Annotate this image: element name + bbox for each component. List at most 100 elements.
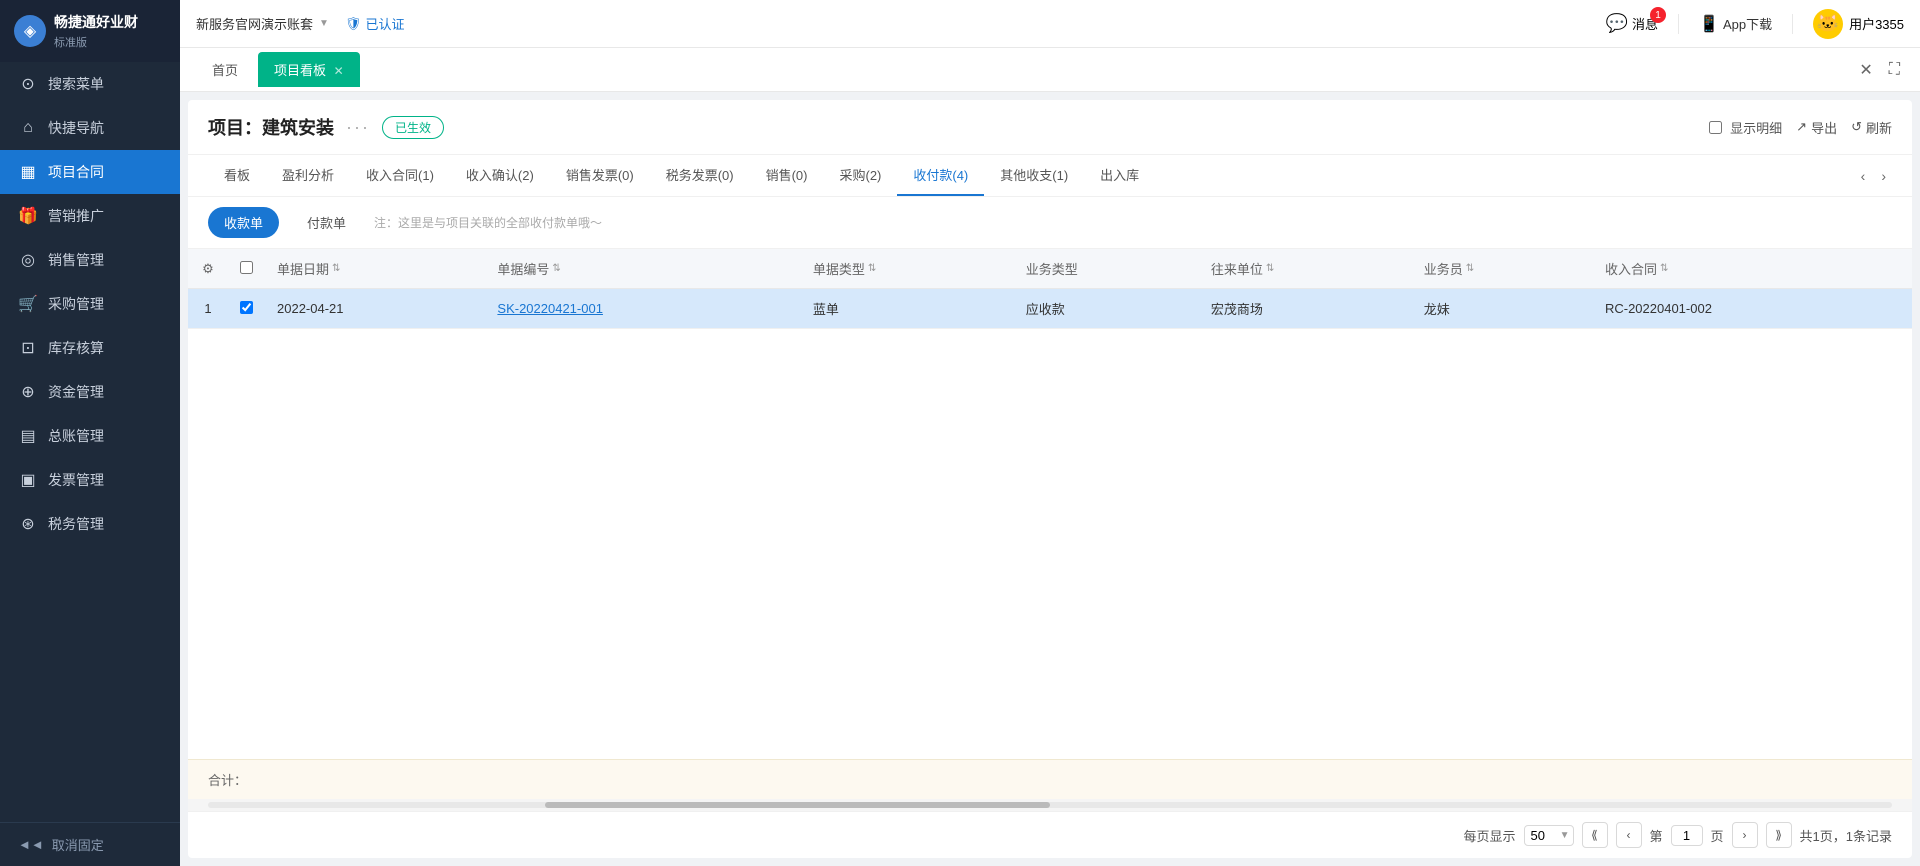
pagination: 每页显示 50 20 100 200 ▼ ⟪ ‹ 第 页 › ⟫ 共1页，1条记… (188, 811, 1912, 858)
page-size-select[interactable]: 50 20 100 200 (1524, 825, 1574, 846)
subtab-in-out[interactable]: 出入库 (1084, 155, 1155, 196)
inner-tab-receipt[interactable]: 收款单 (208, 207, 279, 238)
sidebar-item-sales-mgmt[interactable]: ◎ 销售管理 (0, 238, 180, 282)
th-date: 单据日期 ⇅ (265, 249, 485, 289)
gear-icon[interactable]: ⚙ (202, 261, 214, 276)
th-biz-type: 业务类型 (1014, 249, 1199, 289)
avatar: 🐱 (1813, 9, 1843, 39)
subtabs: 看板 盈利分析 收入合同(1) 收入确认(2) 销售发票(0) 税务发票(0) … (188, 155, 1912, 197)
subtab-purchase[interactable]: 采购(2) (823, 155, 897, 196)
subtabs-prev-icon[interactable]: ‹ (1855, 164, 1872, 188)
close-window-icon[interactable]: ✕ (1855, 56, 1876, 84)
project-status-badge: 已生效 (382, 116, 444, 139)
first-page-button[interactable]: ⟪ (1582, 822, 1608, 848)
th-income-contract: 收入合同 ⇅ (1593, 249, 1912, 289)
gift-icon: 🎁 (18, 206, 38, 226)
sidebar-pin[interactable]: ◄◄ 取消固定 (0, 822, 180, 866)
th-doc-type: 单据类型 ⇅ (801, 249, 1014, 289)
export-button[interactable]: ↗ 导出 (1796, 118, 1837, 137)
main-area: 新服务官网演示账套 ▼ 🛡 已认证 💬 消息 1 📱 App下载 🐱 用户335… (180, 0, 1920, 866)
subtab-profit[interactable]: 盈利分析 (266, 155, 350, 196)
scrollbar-thumb[interactable] (545, 802, 1050, 808)
table-wrapper: ⚙ 单据日期 ⇅ 单据编号 (188, 249, 1912, 759)
show-detail-checkbox[interactable]: 显示明细 (1709, 118, 1782, 137)
select-all-checkbox[interactable] (240, 261, 253, 274)
subtab-other-income[interactable]: 其他收支(1) (984, 155, 1084, 196)
sidebar-item-purchase-mgmt[interactable]: 🛒 采购管理 (0, 282, 180, 326)
subtab-tax-invoice[interactable]: 税务发票(0) (650, 155, 750, 196)
verified-icon: 🛡 (345, 16, 362, 32)
row-checkbox[interactable] (240, 301, 253, 314)
tab-project-board[interactable]: 项目看板 ✕ (258, 52, 360, 87)
search-icon: ⊙ (18, 74, 38, 94)
user-menu[interactable]: 🐱 用户3355 (1813, 9, 1904, 39)
table-row: 1 2022-04-21 SK-20220421-001 蓝单 应收款 宏茂商场… (188, 289, 1912, 329)
tabbar: 首页 项目看板 ✕ ✕ ⛶ (180, 48, 1920, 92)
sidebar: ◈ 畅捷通好业财 标准版 ⊙ 搜索菜单 ⌂ 快捷导航 ▦ 项目合同 🎁 营销推广… (0, 0, 180, 866)
th-salesman: 业务员 ⇅ (1412, 249, 1593, 289)
sort-salesman[interactable]: 业务员 ⇅ (1424, 259, 1474, 278)
export-icon: ↗ (1796, 119, 1807, 135)
th-checkbox (228, 249, 265, 289)
sidebar-item-finance[interactable]: ⊕ 资金管理 (0, 370, 180, 414)
th-gear[interactable]: ⚙ (188, 249, 228, 289)
message-button[interactable]: 💬 消息 1 (1606, 13, 1658, 34)
page-input[interactable] (1671, 825, 1703, 846)
td-no[interactable]: SK-20220421-001 (485, 289, 800, 329)
sort-no[interactable]: 单据编号 ⇅ (497, 259, 560, 278)
table-scrollbar[interactable] (188, 799, 1912, 811)
th-no: 单据编号 ⇅ (485, 249, 800, 289)
project-header: 项目：建筑安装 ··· 已生效 显示明细 ↗ 导出 ↺ 刷新 (188, 100, 1912, 155)
inner-tab-payment[interactable]: 付款单 (291, 207, 362, 238)
sidebar-item-marketing[interactable]: 🎁 营销推广 (0, 194, 180, 238)
subtab-sales[interactable]: 销售(0) (750, 155, 824, 196)
project-label: 项目：建筑安装 (208, 114, 334, 140)
app-download-button[interactable]: 📱 App下载 (1699, 14, 1772, 34)
subtab-receipts[interactable]: 收付款(4) (897, 155, 984, 196)
subtab-kanban[interactable]: 看板 (208, 155, 266, 196)
account-selector[interactable]: 新服务官网演示账套 ▼ (196, 14, 329, 33)
tax-icon: ⊛ (18, 514, 38, 534)
topbar-right: 💬 消息 1 📱 App下载 🐱 用户3355 (1606, 9, 1904, 39)
subtab-income-confirm[interactable]: 收入确认(2) (450, 155, 550, 196)
table-footer: 合计： (188, 759, 1912, 799)
inventory-icon: ⊡ (18, 338, 38, 358)
sort-doc-type[interactable]: 单据类型 ⇅ (813, 259, 876, 278)
sidebar-item-invoice[interactable]: ▣ 发票管理 (0, 458, 180, 502)
sidebar-item-general-ledger[interactable]: ▤ 总账管理 (0, 414, 180, 458)
invoice-icon: ▣ (18, 470, 38, 490)
verified-badge: 🛡 已认证 (345, 14, 405, 33)
tab-close-icon[interactable]: ✕ (334, 64, 344, 78)
td-date: 2022-04-21 (265, 289, 485, 329)
sidebar-item-search[interactable]: ⊙ 搜索菜单 (0, 62, 180, 106)
divider2 (1792, 14, 1793, 34)
inner-tabs: 收款单 付款单 注：这里是与项目关联的全部收付款单哦～ (188, 197, 1912, 249)
sidebar-item-quick-nav[interactable]: ⌂ 快捷导航 (0, 106, 180, 150)
app-logo-text: 畅捷通好业财 标准版 (54, 12, 138, 50)
sales-icon: ◎ (18, 250, 38, 270)
sort-partner[interactable]: 往来单位 ⇅ (1211, 259, 1274, 278)
purchase-icon: 🛒 (18, 294, 38, 314)
content-area: 项目：建筑安装 ··· 已生效 显示明细 ↗ 导出 ↺ 刷新 看板 (188, 100, 1912, 858)
sidebar-item-inventory[interactable]: ⊡ 库存核算 (0, 326, 180, 370)
sidebar-item-project-contract[interactable]: ▦ 项目合同 (0, 150, 180, 194)
subtab-sales-invoice[interactable]: 销售发票(0) (550, 155, 650, 196)
receipts-table: ⚙ 单据日期 ⇅ 单据编号 (188, 249, 1912, 329)
last-page-button[interactable]: ⟫ (1766, 822, 1792, 848)
prev-page-button[interactable]: ‹ (1616, 822, 1642, 848)
project-more-icon[interactable]: ··· (346, 117, 370, 138)
phone-icon: 📱 (1699, 14, 1719, 34)
next-page-button[interactable]: › (1732, 822, 1758, 848)
td-income-contract: RC-20220401-002 (1593, 289, 1912, 329)
refresh-button[interactable]: ↺ 刷新 (1851, 118, 1892, 137)
sidebar-item-tax[interactable]: ⊛ 税务管理 (0, 502, 180, 546)
subtab-income-contract[interactable]: 收入合同(1) (350, 155, 450, 196)
subtabs-next-icon[interactable]: › (1875, 164, 1892, 188)
sort-date[interactable]: 单据日期 ⇅ (277, 259, 340, 278)
show-detail-check-input[interactable] (1709, 121, 1722, 134)
tab-home[interactable]: 首页 (196, 52, 254, 87)
td-partner: 宏茂商场 (1199, 289, 1412, 329)
maximize-window-icon[interactable]: ⛶ (1885, 57, 1904, 83)
pin-icon: ◄◄ (18, 837, 44, 852)
sort-income-contract[interactable]: 收入合同 ⇅ (1605, 259, 1668, 278)
